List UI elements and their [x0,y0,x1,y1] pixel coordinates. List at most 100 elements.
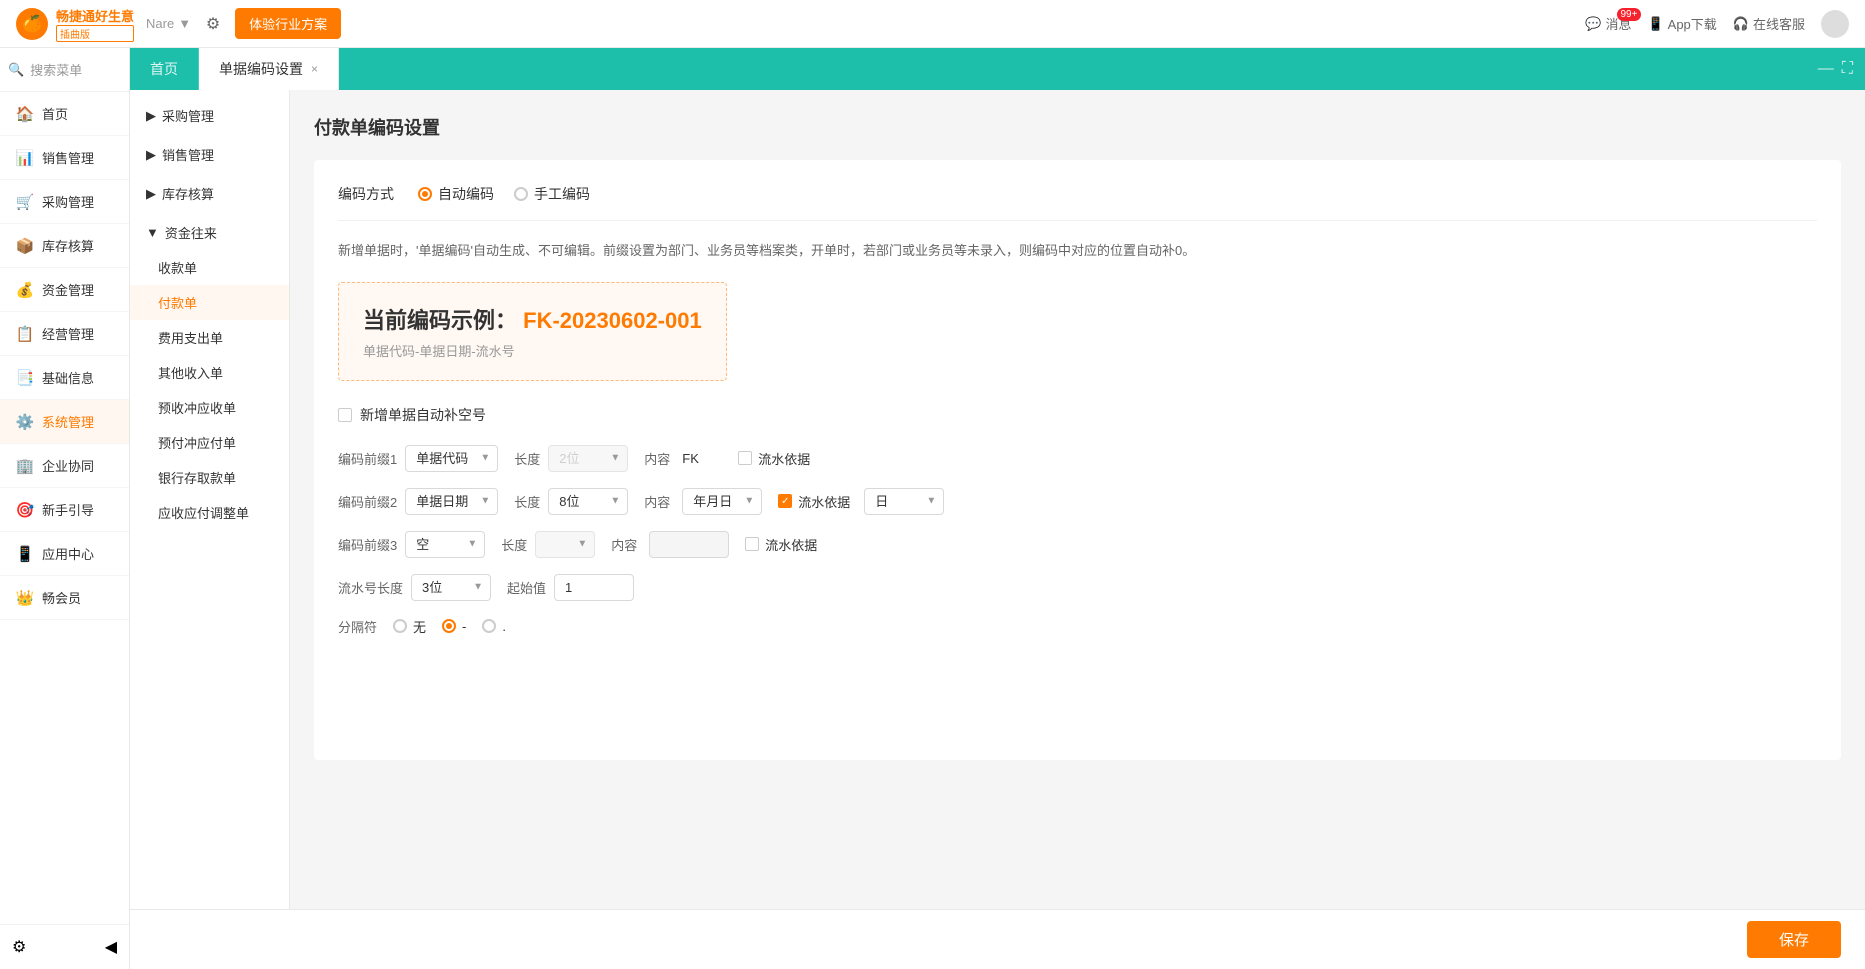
sidebar-item-member[interactable]: 👑 畅会员 [0,576,129,620]
separator-none-option[interactable]: 无 [393,617,426,636]
prefix2-content-select-wrapper: 年月日 年月 年 ▼ [682,488,762,515]
prefix3-type-select-wrapper: 空 部门 业务员 ▼ [405,531,485,558]
tab-close-icon[interactable]: × [311,62,318,76]
online-service-button[interactable]: 🎧 在线客服 [1733,14,1805,33]
prefix1-length-select[interactable]: 2位 [548,445,628,472]
sub-menu-inventory-header[interactable]: ▶ 库存核算 [130,176,289,211]
sidebar-item-home[interactable]: 🏠 首页 [0,92,129,136]
radio-auto[interactable]: 自动编码 [418,184,494,204]
sub-menu-finance-arrow: ▼ [146,225,159,240]
sub-menu-item-adjustment[interactable]: 应收应付调整单 [130,495,289,530]
sub-menu-item-other-income[interactable]: 其他收入单 [130,355,289,390]
radio-auto-circle [418,187,432,201]
prefix2-serial-checkbox[interactable]: ✓ [778,494,792,508]
tab-home[interactable]: 首页 [130,48,199,90]
separator-dot-option[interactable]: . [482,619,506,634]
operation-icon: 📋 [16,325,34,343]
app-download-button[interactable]: 📱 App下载 [1647,14,1716,33]
tab-minimize-icon[interactable]: — [1818,60,1834,78]
avatar[interactable] [1821,10,1849,38]
sub-menu-item-pre-receive[interactable]: 预收冲应收单 [130,390,289,425]
sub-menu-item-bank[interactable]: 银行存取款单 [130,460,289,495]
prefix2-type-select[interactable]: 单据日期 部门 业务员 [405,488,498,515]
prefix2-period-select[interactable]: 日 月 年 [864,488,944,515]
prefix2-length-field: 长度 8位 6位 7位 ▼ [514,488,628,515]
sub-menu-item-pre-pay[interactable]: 预付冲应付单 [130,425,289,460]
serial-length-field: 流水号长度 3位 4位 5位 6位 ▼ [338,574,491,601]
sub-menu-finance-header[interactable]: ▼ 资金往来 [130,215,289,250]
sub-menu-inventory: ▶ 库存核算 [130,176,289,211]
sidebar-nav: 🏠 首页 📊 销售管理 🛒 采购管理 📦 库存核算 💰 资金管理 📋 经 [0,92,129,924]
prefix3-content-field: 内容 [611,531,729,558]
code-example: 当前编码示例： FK-20230602-001 [363,303,702,335]
home-icon: 🏠 [16,105,34,123]
finance-icon: 💰 [16,281,34,299]
sub-layout: ▶ 采购管理 ▶ 销售管理 ▶ 库存核算 [130,90,1865,909]
service-icon: 🎧 [1733,16,1749,32]
prefix1-serial-checkbox[interactable] [738,451,752,465]
separator-dash-option[interactable]: - [442,619,466,634]
collapse-icon[interactable]: ◀ [105,937,117,957]
prefix2-length-select[interactable]: 8位 6位 7位 [548,488,628,515]
sub-menu-item-expense[interactable]: 费用支出单 [130,320,289,355]
sidebar-item-app[interactable]: 📱 应用中心 [0,532,129,576]
sidebar-item-purchase[interactable]: 🛒 采购管理 [0,180,129,224]
prefix1-row: 编码前缀1 单据代码 部门 业务员 ▼ 长度 [338,445,1817,472]
auto-fill-checkbox[interactable] [338,408,352,422]
tab-expand-icon[interactable]: ⛶ [1842,60,1853,78]
sidebar-item-inventory[interactable]: 📦 库存核算 [0,224,129,268]
sidebar: 🔍 搜索菜单 🏠 首页 📊 销售管理 🛒 采购管理 📦 库存核算 💰 [0,48,130,969]
app-icon: 📱 [1647,16,1663,32]
trial-button[interactable]: 体验行业方案 [235,8,341,39]
start-value-field: 起始值 [507,574,634,601]
save-button[interactable]: 保存 [1747,921,1841,958]
message-icon: 💬 [1585,16,1601,32]
separator-dash-circle [442,619,456,633]
start-value-input[interactable] [554,574,634,601]
prefix1-type-select[interactable]: 单据代码 部门 业务员 [405,445,498,472]
prefix1-serial-check: 流水依据 [738,449,810,468]
settings-bottom-icon[interactable]: ⚙ [12,937,26,957]
member-icon: 👑 [16,589,34,607]
sidebar-item-sales[interactable]: 📊 销售管理 [0,136,129,180]
separator-dash-dot [446,623,452,629]
guide-icon: 🎯 [16,501,34,519]
prefix3-length-select-wrapper: ▼ [535,531,595,558]
sub-menu-item-receipt[interactable]: 收款单 [130,250,289,285]
tab-settings[interactable]: 单据编码设置 × [199,48,339,90]
message-button[interactable]: 💬 消息 99+ [1585,14,1631,33]
sidebar-search[interactable]: 🔍 搜索菜单 [0,48,129,92]
sidebar-item-basic[interactable]: 📑 基础信息 [0,356,129,400]
sub-menu-purchase-header[interactable]: ▶ 采购管理 [130,98,289,133]
prefix3-type-field: 编码前缀3 空 部门 业务员 ▼ [338,531,485,558]
sub-menu-sales-header[interactable]: ▶ 销售管理 [130,137,289,172]
prefix3-length-select[interactable] [535,531,595,558]
inventory-icon: 📦 [16,237,34,255]
code-desc: 单据代码-单据日期-流水号 [363,341,702,360]
main-content: 付款单编码设置 编码方式 自动编码 [290,90,1865,909]
logo-icon: 🍊 [16,8,48,40]
sub-menu-sales-arrow: ▶ [146,147,156,163]
settings-icon[interactable]: ⚙ [199,10,227,38]
app-center-icon: 📱 [16,545,34,563]
top-bar-right: 💬 消息 99+ 📱 App下载 🎧 在线客服 [1585,10,1849,38]
prefix3-content-input[interactable] [649,531,729,558]
sub-menu-inventory-arrow: ▶ [146,186,156,202]
prefix2-period-select-wrapper: 日 月 年 ▼ [864,488,944,515]
prefix2-content-select[interactable]: 年月日 年月 年 [682,488,762,515]
prefix3-type-select[interactable]: 空 部门 业务员 [405,531,485,558]
sub-menu-item-payment[interactable]: 付款单 [130,285,289,320]
sidebar-item-finance[interactable]: 💰 资金管理 [0,268,129,312]
sidebar-item-enterprise[interactable]: 🏢 企业协同 [0,444,129,488]
search-icon: 🔍 [8,62,24,78]
separator-dot-circle [482,619,496,633]
form-card: 编码方式 自动编码 手工编码 [314,160,1841,760]
radio-manual[interactable]: 手工编码 [514,184,590,204]
sidebar-item-guide[interactable]: 🎯 新手引导 [0,488,129,532]
sidebar-item-system[interactable]: ⚙️ 系统管理 [0,400,129,444]
sidebar-item-operation[interactable]: 📋 经营管理 [0,312,129,356]
prefix3-row: 编码前缀3 空 部门 业务员 ▼ 长度 [338,531,1817,558]
serial-length-select[interactable]: 3位 4位 5位 6位 [411,574,491,601]
prefix2-type-select-wrapper: 单据日期 部门 业务员 ▼ [405,488,498,515]
prefix3-serial-checkbox[interactable] [745,537,759,551]
